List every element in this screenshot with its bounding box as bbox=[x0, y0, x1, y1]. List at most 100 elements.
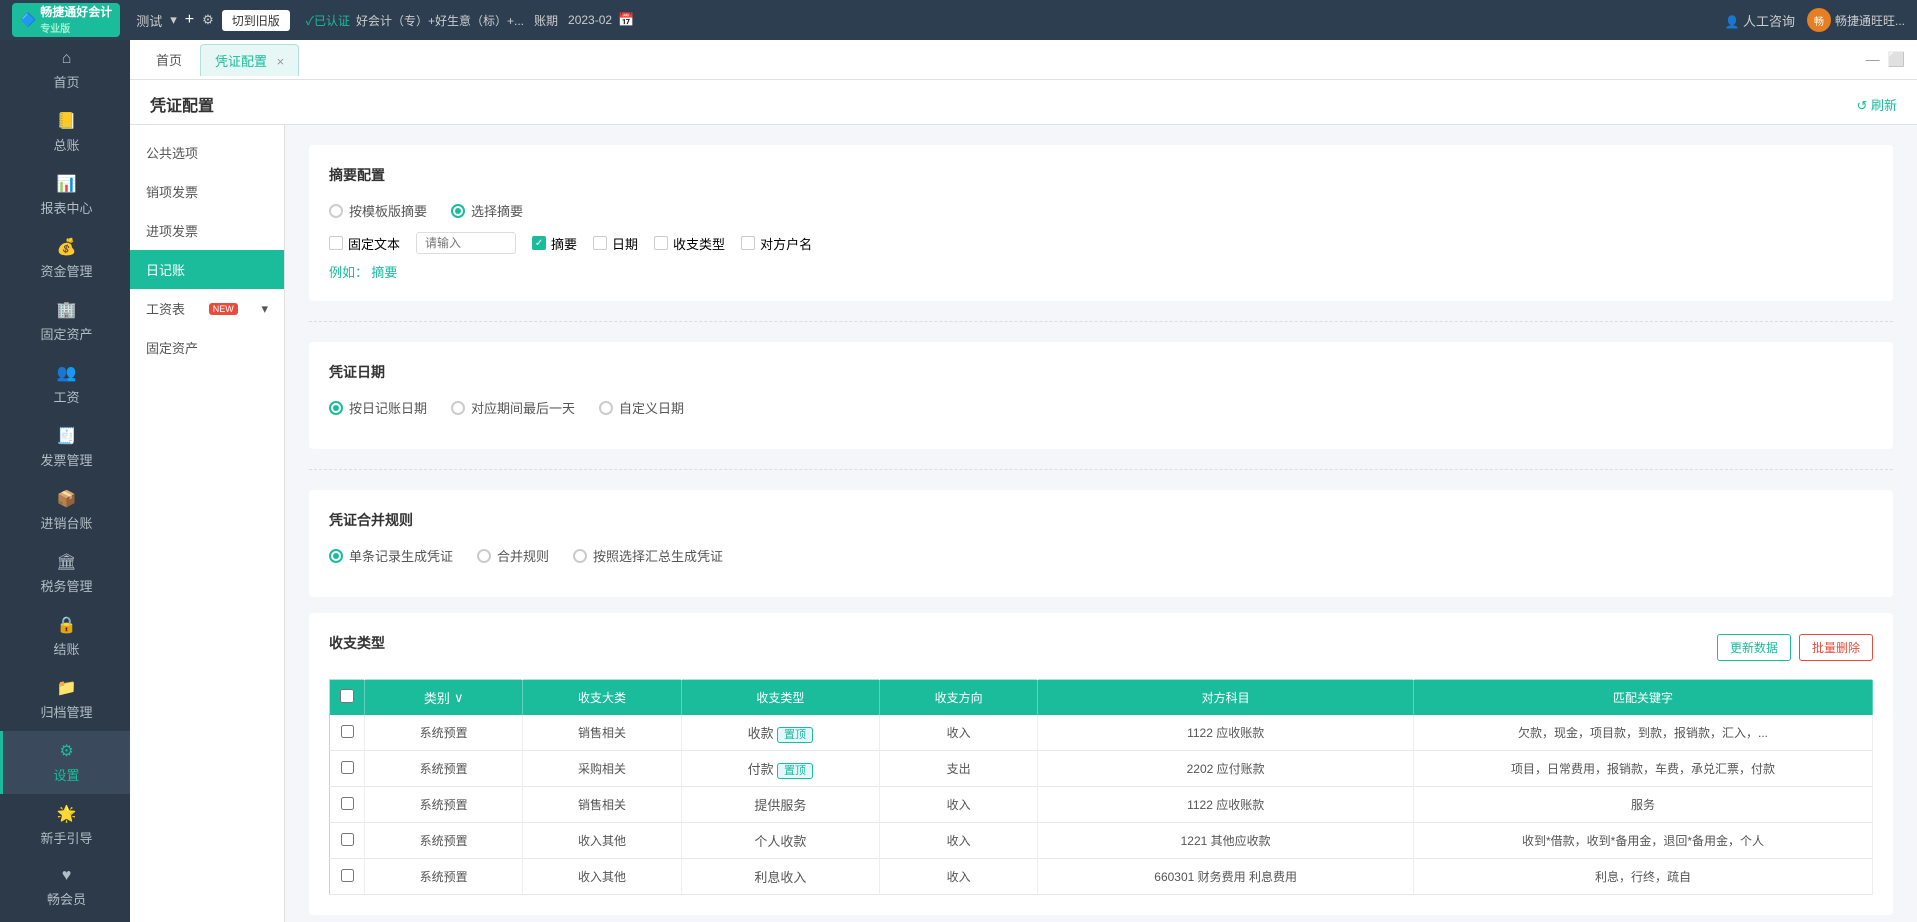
checkbox-date[interactable]: 日期 bbox=[593, 234, 638, 253]
company-dropdown[interactable]: ▾ bbox=[170, 12, 177, 28]
calendar-icon[interactable]: 📅 bbox=[618, 12, 634, 28]
table-row: 系统预置 销售相关 收款 置顶 收入 1122 应收账款 欠款，现金，项目款，到… bbox=[330, 715, 1873, 751]
logo-sub: 专业版 bbox=[40, 20, 112, 35]
table-header: 类别 ∨ 收支大类 收支类型 收支方向 对方科目 匹配关键字 bbox=[330, 680, 1873, 716]
sidebar-item-invoice[interactable]: 🧾 发票管理 bbox=[0, 416, 130, 479]
tab-home[interactable]: 首页 bbox=[142, 44, 196, 75]
fixed-text-input[interactable] bbox=[416, 232, 516, 254]
checkbox-type[interactable]: 收支类型 bbox=[654, 234, 725, 253]
row-checkbox-4 bbox=[330, 823, 365, 859]
avatar: 畅 bbox=[1807, 8, 1831, 32]
archive-icon: 📁 bbox=[57, 678, 77, 698]
sidebar-item-purchase-sales-label: 进销台账 bbox=[40, 513, 92, 532]
radio-single-record[interactable]: 单条记录生成凭证 bbox=[329, 546, 453, 565]
radio-template[interactable]: 按模板版摘要 bbox=[329, 201, 427, 220]
sidebar-item-payroll[interactable]: 👥 工资 bbox=[0, 353, 130, 416]
sidebar-item-archive[interactable]: 📁 归档管理 bbox=[0, 668, 130, 731]
sidebar-item-invoice-label: 发票管理 bbox=[40, 450, 92, 469]
left-nav-sales-invoice[interactable]: 销项发票 bbox=[130, 172, 284, 211]
row-5-direction: 收入 bbox=[879, 859, 1037, 895]
sidebar-item-closing[interactable]: 🔒 结账 bbox=[0, 605, 130, 668]
batch-delete-button[interactable]: 批量删除 bbox=[1799, 634, 1873, 661]
sidebar-item-funds[interactable]: 💰 资金管理 bbox=[0, 227, 130, 290]
checkbox-counterpart[interactable]: 对方户名 bbox=[741, 234, 812, 253]
sidebar-item-guide[interactable]: 🌟 新手引导 bbox=[0, 794, 130, 857]
row-2-checkbox[interactable] bbox=[341, 761, 354, 774]
row-4-direction: 收入 bbox=[879, 823, 1037, 859]
income-expense-section: 收支类型 更新数据 批量删除 bbox=[309, 613, 1893, 915]
payroll-icon: 👥 bbox=[57, 363, 77, 383]
row-3-type: 提供服务 bbox=[681, 787, 879, 823]
update-data-button[interactable]: 更新数据 bbox=[1717, 634, 1791, 661]
left-nav-fixed-assets[interactable]: 固定资产 bbox=[130, 328, 284, 367]
sidebar-item-purchase-sales[interactable]: 📦 进销台账 bbox=[0, 479, 130, 542]
row-2-category: 系统预置 bbox=[365, 751, 523, 787]
row-3-direction: 收入 bbox=[879, 787, 1037, 823]
radio-merge-rule[interactable]: 合并规则 bbox=[477, 546, 549, 565]
radio-select[interactable]: 选择摘要 bbox=[451, 201, 523, 220]
section-divider-1 bbox=[309, 321, 1893, 322]
row-5-checkbox[interactable] bbox=[341, 869, 354, 882]
sidebar-item-funds-label: 资金管理 bbox=[40, 261, 92, 280]
header-category: 类别 ∨ bbox=[365, 680, 523, 716]
user-menu[interactable]: 畅 畅捷通旺旺... bbox=[1807, 8, 1905, 32]
merge-rule-dot bbox=[477, 549, 491, 563]
left-nav-wage-table[interactable]: 工资表 NEW ▾ bbox=[130, 289, 284, 328]
voucher-date-title: 凭证日期 bbox=[329, 362, 1873, 382]
radio-custom-date[interactable]: 自定义日期 bbox=[599, 398, 684, 417]
sidebar-item-fixed-assets-label: 固定资产 bbox=[40, 324, 92, 343]
sidebar-item-guide-label: 新手引导 bbox=[40, 828, 92, 847]
sidebar-item-settings[interactable]: ⚙ 设置 bbox=[0, 731, 130, 794]
date-checkbox bbox=[593, 236, 607, 250]
row-4-account: 1221 其他应收款 bbox=[1038, 823, 1414, 859]
sidebar-item-member-label: 畅会员 bbox=[47, 889, 86, 908]
counterpart-checkbox bbox=[741, 236, 755, 250]
sidebar-item-reports[interactable]: 📊 报表中心 bbox=[0, 164, 130, 227]
support-link[interactable]: 👤 人工咨询 bbox=[1725, 11, 1795, 30]
switch-old-version-button[interactable]: 切到旧版 bbox=[222, 10, 290, 31]
tab-bar-actions: — ⬜ bbox=[1866, 51, 1905, 68]
sidebar-item-fixed-assets[interactable]: 🏢 固定资产 bbox=[0, 290, 130, 353]
radio-journal-date[interactable]: 按日记账日期 bbox=[329, 398, 427, 417]
table-row: 系统预置 销售相关 提供服务 收入 1122 应收账款 服务 bbox=[330, 787, 1873, 823]
sidebar-item-home[interactable]: ⌂ 首页 bbox=[0, 40, 130, 101]
left-nav-public[interactable]: 公共选项 bbox=[130, 133, 284, 172]
username: 畅捷通旺旺... bbox=[1835, 12, 1905, 29]
sidebar-item-ledger[interactable]: 📒 总账 bbox=[0, 101, 130, 164]
app-logo: 🔷 畅捷通好会计 专业版 bbox=[12, 3, 120, 36]
radio-summary-gen[interactable]: 按照选择汇总生成凭证 bbox=[573, 546, 723, 565]
row-3-keywords: 服务 bbox=[1414, 787, 1873, 823]
left-nav-purchase-invoice[interactable]: 进项发票 bbox=[130, 211, 284, 250]
sidebar-item-tax[interactable]: 🏛 税务管理 bbox=[0, 542, 130, 605]
row-4-checkbox[interactable] bbox=[341, 833, 354, 846]
left-nav-journal[interactable]: 日记账 bbox=[130, 250, 284, 289]
refresh-button[interactable]: ↺ 刷新 bbox=[1856, 95, 1897, 114]
row-3-checkbox[interactable] bbox=[341, 797, 354, 810]
row-2-major: 采购相关 bbox=[523, 751, 681, 787]
row-2-keywords: 项目，日常费用，报销款，车费，承兑汇票，付款 bbox=[1414, 751, 1873, 787]
custom-date-dot bbox=[599, 401, 613, 415]
tab-expand-icon[interactable]: ⬜ bbox=[1888, 51, 1905, 68]
row-5-keywords: 利息，行终，疏自 bbox=[1414, 859, 1873, 895]
header-major: 收支大类 bbox=[523, 680, 681, 716]
row-1-checkbox[interactable] bbox=[341, 725, 354, 738]
tab-voucher-config[interactable]: 凭证配置 × bbox=[200, 44, 299, 76]
checkbox-summary[interactable]: ✓ 摘要 bbox=[532, 234, 577, 253]
summary-gen-dot bbox=[573, 549, 587, 563]
page-body: 公共选项 销项发票 进项发票 日记账 工资表 NEW ▾ 固定资产 bbox=[130, 125, 1917, 922]
row-2-account: 2202 应付账款 bbox=[1038, 751, 1414, 787]
row-1-direction: 收入 bbox=[879, 715, 1037, 751]
purchase-sales-icon: 📦 bbox=[57, 489, 77, 509]
radio-template-dot bbox=[329, 204, 343, 218]
radio-period-last[interactable]: 对应期间最后一天 bbox=[451, 398, 575, 417]
settings-topbar-icon[interactable]: ⚙ bbox=[202, 12, 214, 28]
tab-close-button[interactable]: × bbox=[277, 54, 285, 69]
sidebar-item-closing-label: 结账 bbox=[53, 639, 79, 658]
checkbox-fixed-text[interactable]: 固定文本 bbox=[329, 234, 400, 253]
header-checkbox-col bbox=[330, 680, 365, 716]
table-row: 系统预置 收入其他 个人收款 收入 1221 其他应收款 收到*借款，收到*备用… bbox=[330, 823, 1873, 859]
add-button[interactable]: + bbox=[185, 11, 194, 29]
select-all-checkbox[interactable] bbox=[340, 689, 354, 703]
sidebar-item-member[interactable]: ♥ 畅会员 bbox=[0, 857, 130, 918]
tab-minimize-icon[interactable]: — bbox=[1866, 51, 1880, 68]
